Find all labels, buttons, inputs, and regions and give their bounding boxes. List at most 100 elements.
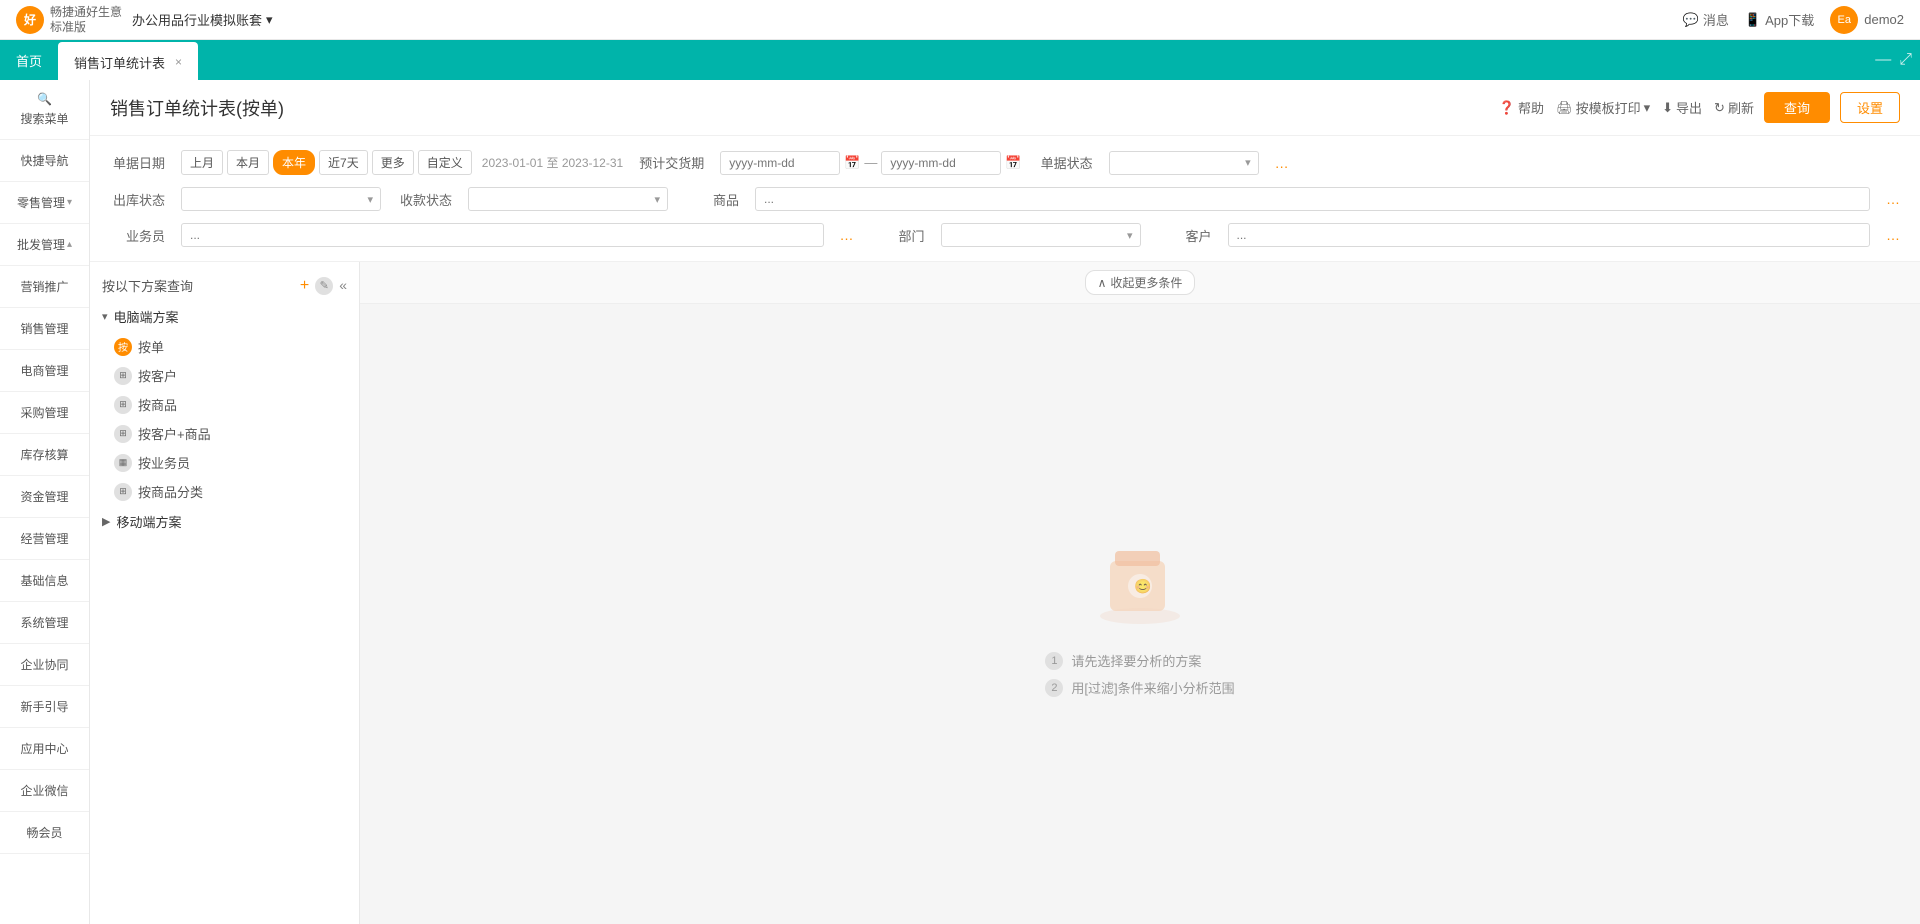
collapse-btn-label: 收起更多条件	[1110, 274, 1182, 291]
customer-more-dots[interactable]: …	[1886, 227, 1900, 243]
page-title: 销售订单统计表(按单)	[110, 95, 284, 121]
app-download-button[interactable]: 📱 App下载	[1745, 10, 1814, 29]
date-label: 单据日期	[110, 153, 165, 172]
date-btn-this-year[interactable]: 本年	[273, 150, 315, 175]
export-button[interactable]: ⬇ 导出	[1662, 98, 1702, 117]
sidebar-item-wholesale[interactable]: 批发管理 ▴	[0, 224, 89, 266]
left-panel-header: 按以下方案查询 + ✎ «	[90, 270, 359, 301]
sidebar-item-inventory[interactable]: 库存核算	[0, 434, 89, 476]
tab-minimize-icon[interactable]: —	[1875, 51, 1891, 69]
tree-item-by-salesperson[interactable]: ▦ 按业务员	[114, 448, 359, 477]
tree-item-by-category[interactable]: ⊞ 按商品分类	[114, 477, 359, 506]
tab-home[interactable]: 首页	[0, 40, 58, 80]
tab-maximize-icon[interactable]: ⤢	[1899, 51, 1912, 69]
query-button[interactable]: 查询	[1764, 92, 1830, 123]
sidebar-item-wechat[interactable]: 企业微信	[0, 770, 89, 812]
sidebar-item-basic[interactable]: 基础信息	[0, 560, 89, 602]
by-sales-icon: ▦	[114, 454, 132, 472]
tab-current[interactable]: 销售订单统计表 ×	[58, 42, 198, 82]
salesperson-more-dots[interactable]: …	[840, 227, 854, 243]
left-right-layout: 按以下方案查询 + ✎ « ▾ 电脑端方案 按 按单	[90, 262, 1920, 924]
tree-expand-icon: ▾	[102, 310, 108, 323]
collapse-panel-icon[interactable]: «	[339, 277, 347, 295]
settings-button[interactable]: 设置	[1840, 92, 1900, 123]
out-status-wrapper	[181, 187, 381, 211]
filter-section: 单据日期 上月 本月 本年 近7天 更多 自定义 2023-01-01 至 20…	[90, 136, 1920, 262]
status-label: 单据状态	[1038, 153, 1093, 172]
sidebar-item-search[interactable]: 🔍 搜索菜单	[0, 80, 89, 140]
sidebar-item-system[interactable]: 系统管理	[0, 602, 89, 644]
customer-input[interactable]	[1228, 223, 1871, 247]
chevron-up-icon: ∧	[1098, 276, 1107, 290]
search-icon: 🔍	[37, 92, 52, 106]
mobile-icon: 📱	[1745, 12, 1761, 28]
filter-row-2: 出库状态 收款状态 商品 …	[110, 187, 1900, 211]
goods-label: 商品	[684, 190, 739, 209]
calendar-icon-2[interactable]: 📅	[1005, 155, 1021, 171]
by-cat-icon: ⊞	[114, 483, 132, 501]
add-scheme-icon[interactable]: +	[300, 277, 309, 295]
sidebar-item-marketing[interactable]: 营销推广	[0, 266, 89, 308]
sidebar-item-newuser[interactable]: 新手引导	[0, 686, 89, 728]
filter-row-3: 业务员 … 部门 客户 …	[110, 223, 1900, 247]
print-arrow-icon: ▾	[1644, 100, 1651, 116]
template-print-button[interactable]: 🖨 按模板打印 ▾	[1556, 98, 1650, 117]
out-status-select[interactable]	[181, 187, 381, 211]
tree-item-by-goods[interactable]: ⊞ 按商品	[114, 390, 359, 419]
company-selector[interactable]: 办公用品行业模拟账套 ▾	[132, 10, 273, 29]
date-btn-7days[interactable]: 近7天	[319, 150, 368, 175]
sidebar-item-retail[interactable]: 零售管理 ▾	[0, 182, 89, 224]
expected-date-from[interactable]	[720, 151, 840, 175]
sidebar-item-quicknav[interactable]: 快捷导航	[0, 140, 89, 182]
tab-close-icon[interactable]: ×	[175, 55, 182, 69]
date-btn-prev-month[interactable]: 上月	[181, 150, 223, 175]
collapse-bar[interactable]: ∧ 收起更多条件	[360, 262, 1920, 304]
date-buttons-group: 上月 本月 本年 近7天 更多 自定义 2023-01-01 至 2023-12…	[181, 150, 623, 175]
top-bar-right: 💬 消息 📱 App下载 Ea demo2	[1683, 6, 1904, 34]
tree-expand-icon-mobile: ▶	[102, 515, 110, 528]
sidebar-item-purchase[interactable]: 采购管理	[0, 392, 89, 434]
sidebar-item-operations[interactable]: 经营管理	[0, 518, 89, 560]
status-more-dots[interactable]: …	[1275, 155, 1289, 171]
user-area[interactable]: Ea demo2	[1830, 6, 1904, 34]
salesperson-input[interactable]	[181, 223, 824, 247]
date-btn-more[interactable]: 更多	[372, 150, 414, 175]
edit-scheme-icon[interactable]: ✎	[315, 277, 333, 295]
export-icon: ⬇	[1662, 100, 1673, 116]
goods-more-dots[interactable]: …	[1886, 191, 1900, 207]
empty-tips: 1 请先选择要分析的方案 2 用[过滤]条件来缩小分析范围	[1045, 651, 1234, 697]
help-button[interactable]: ❓ 帮助	[1499, 98, 1544, 117]
tab-bar-actions: — ⤢	[1875, 51, 1920, 69]
calendar-icon-1[interactable]: 📅	[844, 155, 860, 171]
date-btn-custom[interactable]: 自定义	[418, 150, 472, 175]
sidebar-item-appcenter[interactable]: 应用中心	[0, 728, 89, 770]
sidebar-item-ecommerce[interactable]: 电商管理	[0, 350, 89, 392]
collapse-button[interactable]: ∧ 收起更多条件	[1085, 270, 1196, 295]
sidebar-item-finance[interactable]: 资金管理	[0, 476, 89, 518]
expected-date-to[interactable]	[881, 151, 1001, 175]
sidebar-item-enterprise[interactable]: 企业协同	[0, 644, 89, 686]
refresh-icon: ↻	[1714, 100, 1725, 116]
date-btn-this-month[interactable]: 本月	[227, 150, 269, 175]
tree-item-by-customer-goods[interactable]: ⊞ 按客户+商品	[114, 419, 359, 448]
help-icon: ❓	[1499, 100, 1515, 116]
empty-tip-1: 1 请先选择要分析的方案	[1045, 651, 1234, 670]
svg-text:😊: 😊	[1134, 578, 1151, 594]
goods-input[interactable]	[755, 187, 1870, 211]
status-select-wrapper	[1109, 151, 1259, 175]
refresh-button[interactable]: ↻ 刷新	[1714, 98, 1754, 117]
tree-item-by-order[interactable]: 按 按单	[114, 332, 359, 361]
tree-section-mobile[interactable]: ▶ 移动端方案	[90, 506, 359, 537]
tree-section-label: 电脑端方案	[114, 307, 179, 326]
tree-section-pc[interactable]: ▾ 电脑端方案	[90, 301, 359, 332]
sidebar-item-sales[interactable]: 销售管理	[0, 308, 89, 350]
date-range-display: 2023-01-01 至 2023-12-31	[482, 154, 623, 171]
tree-item-by-customer[interactable]: ⊞ 按客户	[114, 361, 359, 390]
out-status-label: 出库状态	[110, 190, 165, 209]
message-button[interactable]: 💬 消息	[1683, 10, 1729, 29]
sidebar-item-member[interactable]: 畅会员	[0, 812, 89, 854]
home-label: 首页	[16, 51, 42, 70]
dept-select[interactable]	[941, 223, 1141, 247]
collect-status-select[interactable]	[468, 187, 668, 211]
status-select[interactable]	[1109, 151, 1259, 175]
